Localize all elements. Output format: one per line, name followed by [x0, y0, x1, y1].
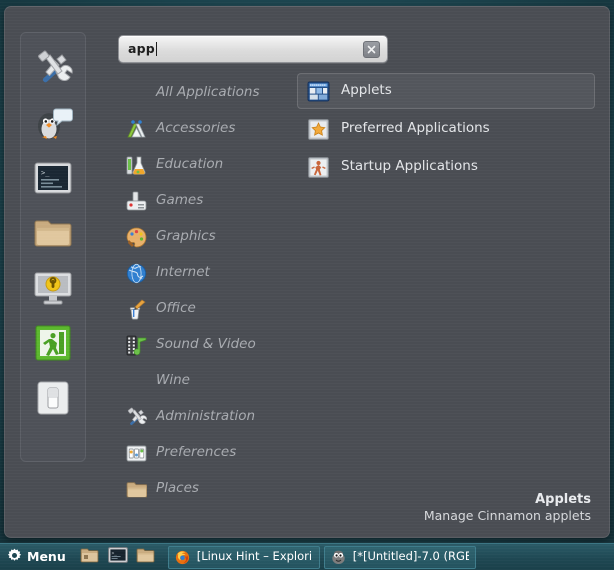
logout-icon	[35, 325, 71, 361]
result-label: Startup Applications	[341, 158, 478, 175]
favorite-software-manager[interactable]	[30, 45, 76, 91]
result-item-applets[interactable]: Applets	[297, 73, 595, 109]
category-graphics[interactable]: Graphics	[125, 219, 290, 255]
clear-icon	[367, 45, 376, 54]
category-sound-video[interactable]: Sound & Video	[125, 327, 290, 363]
favorite-terminal[interactable]: >_	[30, 155, 76, 201]
text-cursor	[155, 42, 157, 56]
category-list: All Applications Accessories Education G…	[125, 75, 290, 507]
power-switch-icon	[37, 381, 69, 415]
search-input-value: app	[128, 40, 155, 56]
office-icon	[125, 298, 147, 320]
education-icon	[125, 154, 147, 176]
clear-search-button[interactable]	[363, 40, 380, 58]
startup-applications-icon	[306, 155, 330, 179]
category-label: Accessories	[156, 120, 236, 137]
games-icon	[125, 190, 147, 212]
category-accessories[interactable]: Accessories	[125, 111, 290, 147]
show-desktop-icon	[80, 547, 99, 567]
category-label: Graphics	[156, 228, 216, 245]
category-label: Administration	[156, 408, 256, 425]
window-list: [Linux Hint – Explori... [*[Untitled]-7.…	[167, 545, 614, 569]
category-label: Places	[156, 480, 199, 497]
application-menu-window: >_ app All Applications Accessories Educ…	[4, 6, 610, 538]
result-label: Applets	[341, 82, 392, 99]
category-internet[interactable]: Internet	[125, 255, 290, 291]
selection-description: Manage Cinnamon applets	[423, 508, 591, 524]
graphics-icon	[125, 226, 147, 248]
favorite-chat-client[interactable]	[30, 100, 76, 146]
penguin-chat-icon	[33, 103, 73, 143]
menu-button-label: Menu	[27, 548, 66, 564]
accessories-icon	[125, 118, 147, 140]
favorite-quit[interactable]	[30, 375, 76, 421]
gear-icon	[7, 548, 22, 567]
category-label: Wine	[156, 372, 190, 389]
gimp-icon	[331, 549, 347, 565]
window-title: [Linux Hint – Explori...	[196, 551, 313, 563]
category-label: Office	[156, 300, 196, 317]
result-label: Preferred Applications	[341, 120, 490, 137]
category-icon-placeholder	[125, 370, 147, 392]
result-item-startup-applications[interactable]: Startup Applications	[297, 149, 595, 185]
favorite-logout[interactable]	[30, 320, 76, 366]
window-button-firefox[interactable]: [Linux Hint – Explori...	[167, 545, 320, 569]
category-label: Internet	[156, 264, 210, 281]
preferred-applications-icon	[306, 117, 330, 141]
category-administration[interactable]: Administration	[125, 399, 290, 435]
selection-info: Applets Manage Cinnamon applets	[424, 491, 591, 525]
favorites-panel: >_	[20, 32, 86, 462]
tools-icon	[33, 48, 73, 88]
svg-text:>_: >_	[111, 551, 117, 556]
category-label: Games	[156, 192, 204, 209]
preferences-icon	[125, 442, 147, 464]
category-places[interactable]: Places	[125, 471, 290, 507]
category-games[interactable]: Games	[125, 183, 290, 219]
category-preferences[interactable]: Preferences	[125, 435, 290, 471]
window-title: [*[Untitled]-7.0 (RGB...	[352, 551, 469, 563]
lock-screen-icon	[33, 270, 73, 306]
favorite-lock-screen[interactable]	[30, 265, 76, 311]
search-input[interactable]: app	[118, 35, 388, 63]
category-label: All Applications	[156, 84, 260, 101]
favorite-file-manager[interactable]	[30, 210, 76, 256]
taskbar-panel: Menu >_ [Linux Hint – Explori... [*[Unti…	[0, 543, 614, 570]
category-label: Sound & Video	[156, 336, 256, 353]
launcher-show-desktop[interactable]	[78, 546, 102, 568]
svg-text:>_: >_	[41, 169, 50, 177]
terminal-icon: >_	[107, 547, 128, 567]
category-label: Preferences	[156, 444, 237, 461]
places-icon	[125, 478, 147, 500]
sound-video-icon	[125, 334, 147, 356]
category-label: Education	[156, 156, 224, 173]
category-wine[interactable]: Wine	[125, 363, 290, 399]
internet-icon	[125, 262, 147, 284]
search-results-list: Applets Preferred Applications Startup A…	[297, 73, 595, 187]
launcher-terminal[interactable]: >_	[106, 546, 130, 568]
administration-icon	[125, 406, 147, 428]
window-button-gimp[interactable]: [*[Untitled]-7.0 (RGB...	[323, 545, 476, 569]
terminal-icon: >_	[34, 162, 72, 194]
category-all-applications[interactable]: All Applications	[125, 75, 290, 111]
applets-icon	[306, 79, 330, 103]
category-education[interactable]: Education	[125, 147, 290, 183]
menu-button[interactable]: Menu	[2, 546, 74, 569]
folder-icon	[33, 217, 73, 249]
selection-title: Applets	[535, 491, 591, 507]
folder-icon	[136, 547, 155, 567]
result-item-preferred-applications[interactable]: Preferred Applications	[297, 111, 595, 147]
category-office[interactable]: Office	[125, 291, 290, 327]
firefox-icon	[175, 549, 191, 565]
category-icon-placeholder	[125, 82, 147, 104]
desktop-background: >_ app All Applications Accessories Educ…	[0, 0, 614, 570]
launcher-files[interactable]	[134, 546, 158, 568]
